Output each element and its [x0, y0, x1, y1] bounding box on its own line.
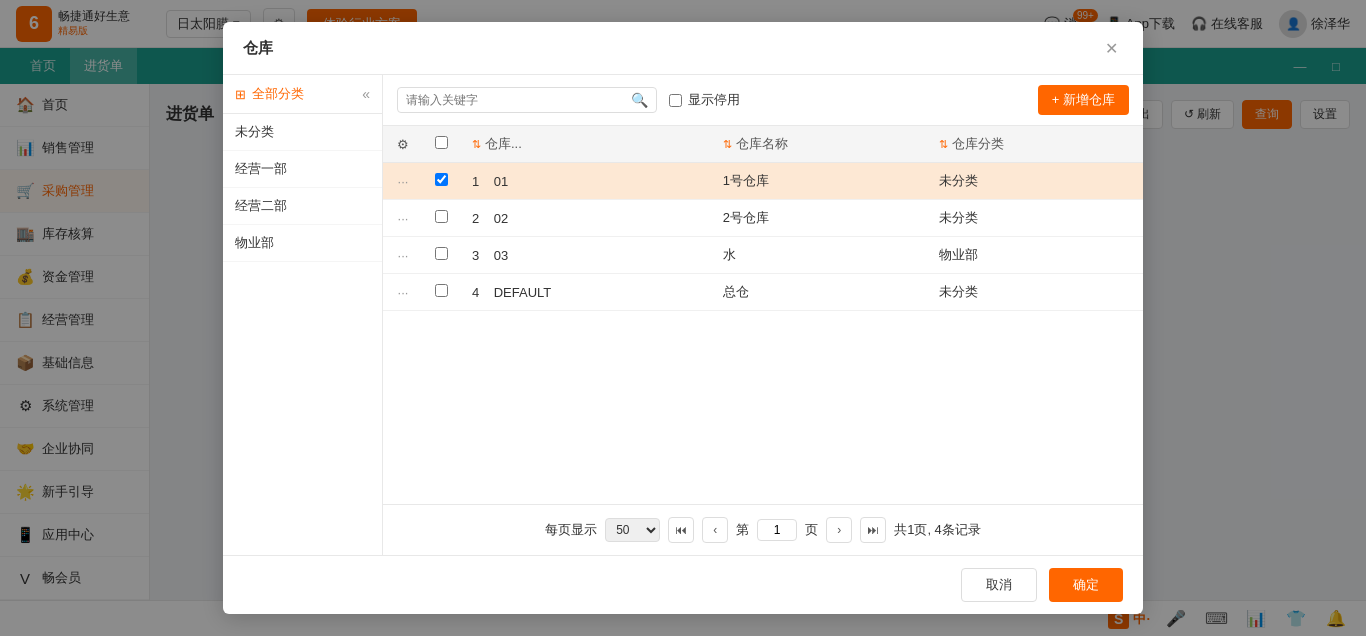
th-name: ⇅仓库名称: [711, 126, 927, 163]
page-input[interactable]: [757, 519, 797, 541]
row-checkbox-cell: [423, 237, 460, 274]
modal-overlay: 仓库 ✕ ⊞ 全部分类 « 未分类 经营一部 经营二部 物业部: [0, 0, 1366, 636]
modal-pagination: 每页显示 50 20 100 ⏮ ‹ 第 页 › ⏭ 共1页, 4条记录: [383, 504, 1143, 555]
row-index-code: 2 02: [460, 200, 711, 237]
show-disabled-label[interactable]: 显示停用: [669, 91, 740, 109]
page-prev-button[interactable]: ‹: [702, 517, 728, 543]
th-category: ⇅仓库分类: [927, 126, 1143, 163]
table-row[interactable]: ··· 2 02 2号仓库 未分类: [383, 200, 1143, 237]
select-all-checkbox[interactable]: [435, 136, 448, 149]
total-info: 共1页, 4条记录: [894, 521, 981, 539]
sort-icon-category: ⇅: [939, 138, 948, 150]
table-row[interactable]: ··· 4 DEFAULT 总仓 未分类: [383, 274, 1143, 311]
search-input-wrap[interactable]: 🔍: [397, 87, 657, 113]
grid-icon: ⊞: [235, 87, 246, 102]
row-name: 1号仓库: [711, 163, 927, 200]
row-category: 物业部: [927, 237, 1143, 274]
category-item-ops2[interactable]: 经营二部: [223, 188, 382, 225]
modal-toolbar: 🔍 显示停用 + 新增仓库: [383, 75, 1143, 126]
sort-icon-code: ⇅: [472, 138, 481, 150]
row-checkbox-1[interactable]: [435, 210, 448, 223]
table-header-row: ⚙ ⇅仓库... ⇅仓库名称: [383, 126, 1143, 163]
modal-body: ⊞ 全部分类 « 未分类 经营一部 经营二部 物业部 🔍: [223, 75, 1143, 555]
row-category: 未分类: [927, 200, 1143, 237]
page-next-button[interactable]: ›: [826, 517, 852, 543]
page-last-button[interactable]: ⏭: [860, 517, 886, 543]
category-header: ⊞ 全部分类 «: [223, 75, 382, 114]
modal-right-panel: 🔍 显示停用 + 新增仓库 ⚙: [383, 75, 1143, 555]
row-category: 未分类: [927, 163, 1143, 200]
row-name: 水: [711, 237, 927, 274]
collapse-button[interactable]: «: [362, 86, 370, 102]
search-icon: 🔍: [631, 92, 648, 108]
row-actions-icon[interactable]: ···: [398, 248, 409, 263]
row-gear-cell: ···: [383, 274, 423, 311]
confirm-button[interactable]: 确定: [1049, 568, 1123, 602]
th-checkbox: [423, 126, 460, 163]
table-row[interactable]: ··· 3 03 水 物业部: [383, 237, 1143, 274]
page-first-button[interactable]: ⏮: [668, 517, 694, 543]
modal-footer: 取消 确定: [223, 555, 1143, 614]
show-disabled-checkbox[interactable]: [669, 94, 682, 107]
row-checkbox-cell: [423, 274, 460, 311]
category-all-label: 全部分类: [252, 85, 304, 103]
row-checkbox-0[interactable]: [435, 173, 448, 186]
row-index-code: 4 DEFAULT: [460, 274, 711, 311]
add-warehouse-button[interactable]: + 新增仓库: [1038, 85, 1129, 115]
th-code: ⇅仓库...: [460, 126, 711, 163]
row-gear-cell: ···: [383, 237, 423, 274]
modal-header: 仓库 ✕: [223, 22, 1143, 75]
row-name: 2号仓库: [711, 200, 927, 237]
table-head: ⚙ ⇅仓库... ⇅仓库名称: [383, 126, 1143, 163]
cancel-button[interactable]: 取消: [961, 568, 1037, 602]
row-actions-icon[interactable]: ···: [398, 211, 409, 226]
row-checkbox-2[interactable]: [435, 247, 448, 260]
row-gear-cell: ···: [383, 200, 423, 237]
row-category: 未分类: [927, 274, 1143, 311]
row-gear-cell: ···: [383, 163, 423, 200]
row-checkbox-cell: [423, 200, 460, 237]
show-disabled-text: 显示停用: [688, 91, 740, 109]
search-input[interactable]: [406, 93, 625, 107]
row-name: 总仓: [711, 274, 927, 311]
table: ⚙ ⇅仓库... ⇅仓库名称: [383, 126, 1143, 311]
warehouse-table: ⚙ ⇅仓库... ⇅仓库名称: [383, 126, 1143, 504]
modal-category-panel: ⊞ 全部分类 « 未分类 经营一部 经营二部 物业部: [223, 75, 383, 555]
page-size-label: 每页显示: [545, 521, 597, 539]
page-label: 页: [805, 521, 818, 539]
row-index-code: 1 01: [460, 163, 711, 200]
sort-icon-name: ⇅: [723, 138, 732, 150]
page-size-select[interactable]: 50 20 100: [605, 518, 660, 542]
row-actions-icon[interactable]: ···: [398, 285, 409, 300]
row-actions-icon[interactable]: ···: [398, 174, 409, 189]
th-settings: ⚙: [383, 126, 423, 163]
category-all[interactable]: ⊞ 全部分类: [235, 85, 304, 103]
row-index-code: 3 03: [460, 237, 711, 274]
table-row[interactable]: ··· 1 01 1号仓库 未分类: [383, 163, 1143, 200]
warehouse-modal: 仓库 ✕ ⊞ 全部分类 « 未分类 经营一部 经营二部 物业部: [223, 22, 1143, 614]
category-item-uncategorized[interactable]: 未分类: [223, 114, 382, 151]
row-checkbox-3[interactable]: [435, 284, 448, 297]
category-item-property[interactable]: 物业部: [223, 225, 382, 262]
table-body: ··· 1 01 1号仓库 未分类 ··· 2 02 2号仓库 未分类 ···: [383, 163, 1143, 311]
modal-close-icon[interactable]: ✕: [1099, 36, 1123, 60]
category-item-ops1[interactable]: 经营一部: [223, 151, 382, 188]
page-goto-label: 第: [736, 521, 749, 539]
row-checkbox-cell: [423, 163, 460, 200]
modal-title: 仓库: [243, 39, 273, 58]
